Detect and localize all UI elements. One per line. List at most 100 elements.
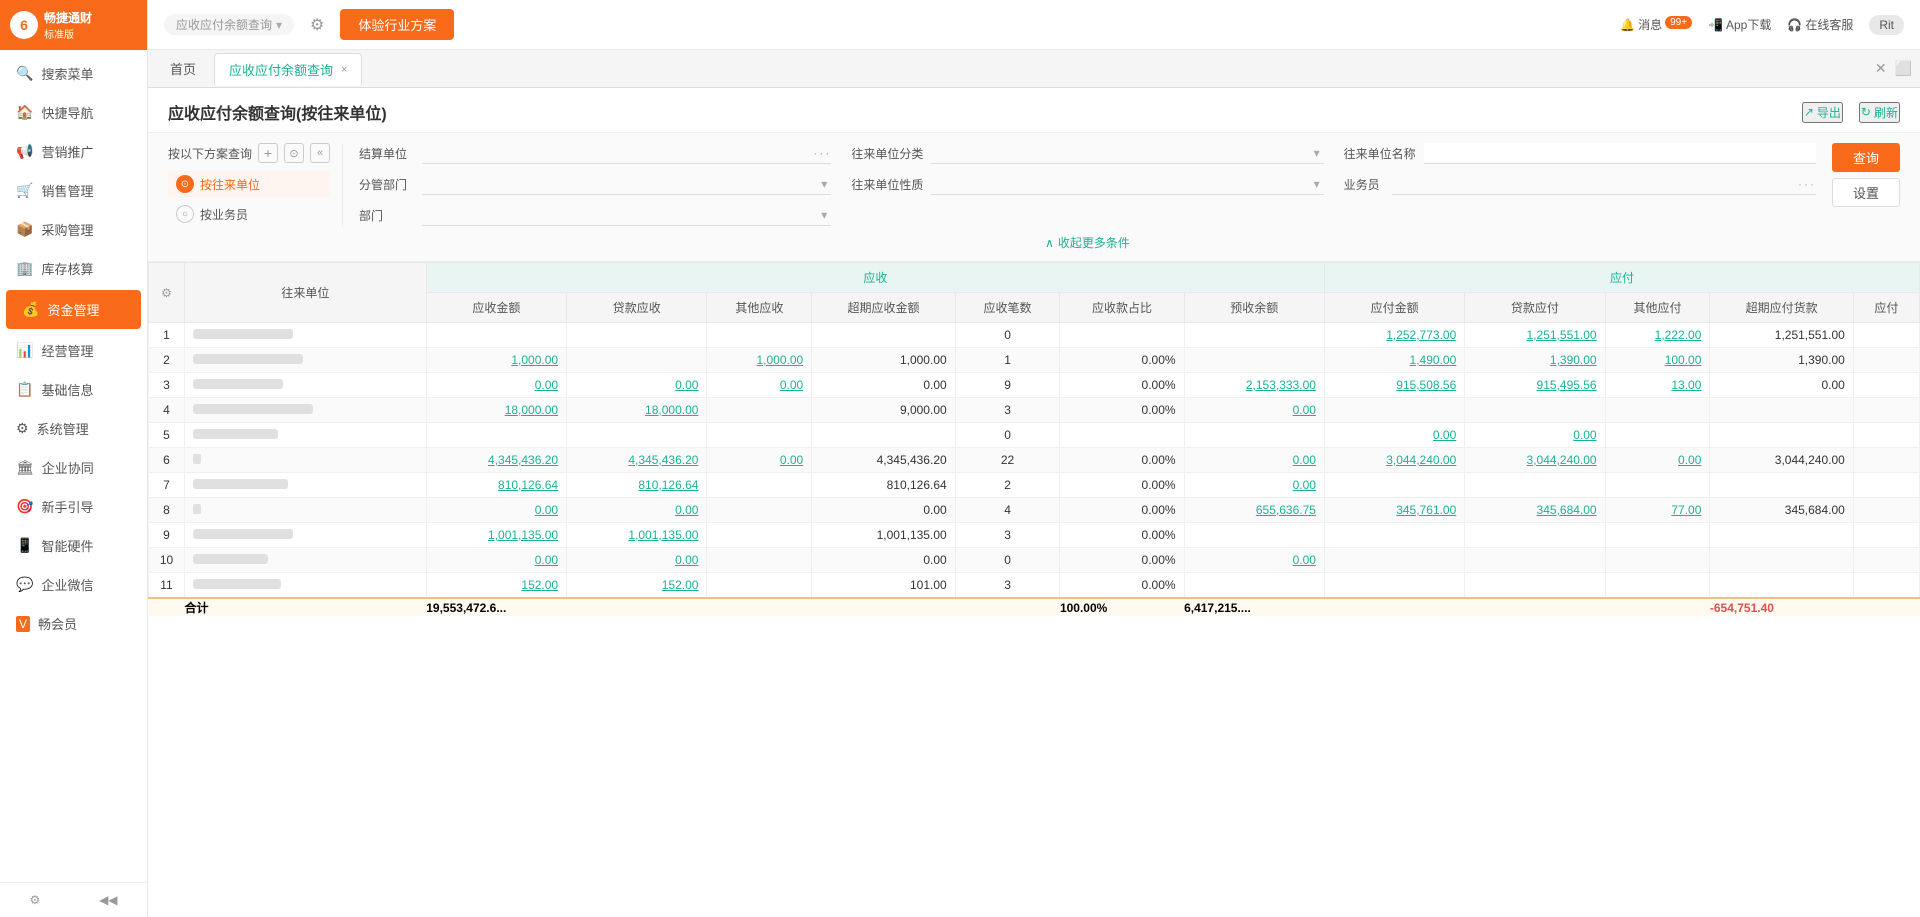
- row-ap-overdue: 1,390.00: [1710, 348, 1853, 373]
- partner-name-input[interactable]: [1424, 143, 1816, 164]
- row-ar-count: 4: [955, 498, 1060, 523]
- sidebar-label-finance: 资金管理: [47, 300, 99, 319]
- topbar-online-service[interactable]: 🎧 在线客服: [1787, 16, 1853, 33]
- sidebar-label-guide: 新手引导: [41, 497, 93, 516]
- managing-dept-select[interactable]: ▾: [422, 174, 831, 195]
- row-partner: [185, 398, 427, 423]
- row-ap-col: [1853, 548, 1919, 573]
- th-ar-prepay: 预收余额: [1184, 293, 1324, 323]
- row-ap-other: 1,222.00: [1605, 323, 1710, 348]
- row-ap-overdue: [1710, 398, 1853, 423]
- filter-fields: 结算单位 ··· 往来单位分类 ▾ 往来单位名称: [359, 143, 1816, 251]
- row-partner: [185, 373, 427, 398]
- row-ar-ratio: 0.00%: [1060, 473, 1184, 498]
- sidebar-item-hardware[interactable]: 📱 智能硬件: [0, 526, 147, 565]
- salesman-input[interactable]: ···: [1392, 174, 1816, 195]
- row-ar-amount: [426, 323, 566, 348]
- sidebar-item-base[interactable]: 📋 基础信息: [0, 370, 147, 409]
- sidebar-item-wechat[interactable]: 💬 企业微信: [0, 565, 147, 604]
- tab-close-window-icon[interactable]: ✕: [1875, 60, 1887, 77]
- view-by-partner[interactable]: ⊙ 按往来单位: [168, 171, 330, 197]
- sidebar-item-guide[interactable]: 🎯 新手引导: [0, 487, 147, 526]
- sidebar-item-member[interactable]: V 畅会员: [0, 604, 147, 643]
- sidebar-item-corp[interactable]: 🏛 企业协同: [0, 448, 147, 487]
- row-ap-amount: 0.00: [1324, 423, 1464, 448]
- filter-managing-dept: 分管部门 ▾: [359, 174, 831, 195]
- table-setting-icon[interactable]: ⚙: [161, 286, 172, 300]
- th-settings[interactable]: ⚙: [149, 263, 185, 323]
- tab-home-label: 首页: [170, 59, 196, 78]
- filter-label: 按以下方案查询: [168, 145, 252, 162]
- tab-close-btn[interactable]: ×: [341, 64, 347, 76]
- tab-home[interactable]: 首页: [156, 53, 210, 84]
- row-ap-amount: 1,252,773.00: [1324, 323, 1464, 348]
- sidebar-label-base: 基础信息: [41, 380, 93, 399]
- topbar-user[interactable]: Rit: [1869, 15, 1904, 35]
- query-button[interactable]: 查询: [1832, 143, 1900, 172]
- row-ar-count: 22: [955, 448, 1060, 473]
- row-ar-ratio: 0.00%: [1060, 373, 1184, 398]
- footer-ap-col: [1853, 598, 1919, 616]
- sidebar-item-search[interactable]: 🔍 搜索菜单: [0, 54, 147, 93]
- tab-maximize-icon[interactable]: ⬜: [1895, 60, 1912, 77]
- row-ar-loan: 4,345,436.20: [567, 448, 707, 473]
- row-ap-loan: [1465, 548, 1605, 573]
- dept-label: 部门: [359, 207, 414, 224]
- sidebar-item-finance[interactable]: 💰 资金管理: [6, 290, 141, 329]
- tab-ar-ap[interactable]: 应收应付余额查询 ×: [214, 53, 362, 86]
- sidebar-collapse-btn[interactable]: ◀◀: [91, 889, 125, 911]
- row-ar-amount: 18,000.00: [426, 398, 566, 423]
- main-area: 应收应付余额查询 ▾ ⚙ 体验行业方案 🔔 消息 99+ 📲 App下载 🎧 在…: [148, 0, 1920, 917]
- filter-collapse-btn[interactable]: «: [310, 143, 330, 163]
- filter-add-btn[interactable]: +: [258, 143, 278, 163]
- row-ap-loan: [1465, 573, 1605, 599]
- row-ap-amount: [1324, 573, 1464, 599]
- row-ap-amount: 345,761.00: [1324, 498, 1464, 523]
- sidebar-item-operation[interactable]: 📊 经营管理: [0, 331, 147, 370]
- footer-ar-overdue: [812, 598, 955, 616]
- sidebar-item-shortcut[interactable]: 🏠 快捷导航: [0, 93, 147, 132]
- sidebar-item-sales[interactable]: 🛒 销售管理: [0, 171, 147, 210]
- filter-config-btn[interactable]: ⊙: [284, 143, 304, 163]
- th-ap-other: 其他应付: [1605, 293, 1710, 323]
- table-row: 2 1,000.00 1,000.00 1,000.00 1 0.00% 1,4…: [149, 348, 1920, 373]
- sidebar-item-inventory[interactable]: 🏢 库存核算: [0, 249, 147, 288]
- partner-nature-select[interactable]: ▾: [931, 174, 1323, 195]
- sidebar-item-system[interactable]: ⚙ 系统管理: [0, 409, 147, 448]
- settlement-unit-input[interactable]: ···: [422, 143, 831, 164]
- topbar: 应收应付余额查询 ▾ ⚙ 体验行业方案 🔔 消息 99+ 📲 App下载 🎧 在…: [148, 0, 1920, 50]
- settings-button[interactable]: 设置: [1832, 178, 1900, 207]
- sidebar-item-purchase[interactable]: 📦 采购管理: [0, 210, 147, 249]
- partner-category-select[interactable]: ▾: [931, 143, 1323, 164]
- refresh-button[interactable]: ↻ 刷新: [1859, 102, 1900, 123]
- topbar-cta-button[interactable]: 体验行业方案: [340, 9, 454, 40]
- footer-label: 合计: [185, 598, 427, 616]
- sidebar-item-marketing[interactable]: 📢 营销推广: [0, 132, 147, 171]
- app-icon: 📲: [1708, 18, 1723, 32]
- dept-select[interactable]: ▾: [422, 205, 831, 226]
- topbar-app-download[interactable]: 📲 App下载: [1708, 16, 1771, 33]
- row-ap-loan: [1465, 398, 1605, 423]
- filter-collapse-more[interactable]: ∧ 收起更多条件: [359, 234, 1816, 251]
- page-header-btns: ↗ 导出 ↻ 刷新: [1802, 102, 1900, 123]
- row-ar-other: 0.00: [707, 448, 812, 473]
- home-icon: 🏠: [16, 104, 33, 121]
- sales-icon: 🛒: [16, 182, 33, 199]
- table-row: 11 152.00 152.00 101.00 3 0.00%: [149, 573, 1920, 599]
- footer-ar-loan: [567, 598, 707, 616]
- topbar-notification[interactable]: 🔔 消息 99+: [1620, 16, 1692, 33]
- export-button[interactable]: ↗ 导出: [1802, 102, 1843, 123]
- row-ar-prepay: 2,153,333.00: [1184, 373, 1324, 398]
- view-salesman-label: 按业务员: [200, 206, 248, 223]
- row-ar-prepay: 0.00: [1184, 448, 1324, 473]
- topbar-gear-icon[interactable]: ⚙: [310, 15, 324, 35]
- th-receivable-group: 应收: [426, 263, 1324, 293]
- base-icon: 📋: [16, 381, 33, 398]
- row-ar-loan: 810,126.64: [567, 473, 707, 498]
- filter-dept: 部门 ▾: [359, 205, 831, 226]
- salesman-icon: ○: [176, 205, 194, 223]
- row-ap-col: [1853, 573, 1919, 599]
- sidebar-settings-btn[interactable]: ⚙: [21, 889, 48, 911]
- footer-ap-overdue: -654,751.40: [1710, 598, 1853, 616]
- view-by-salesman[interactable]: ○ 按业务员: [168, 201, 330, 227]
